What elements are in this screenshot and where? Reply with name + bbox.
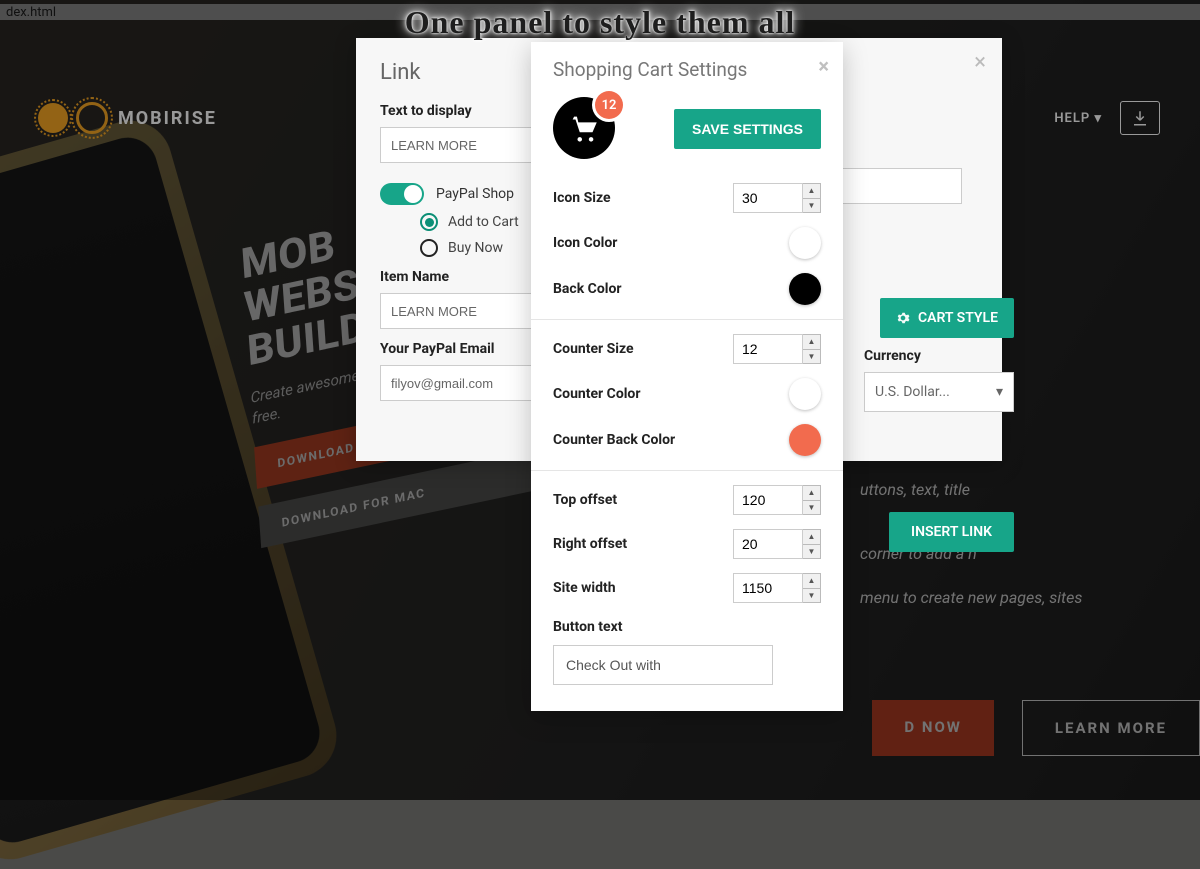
site-width-input[interactable] — [733, 573, 803, 603]
right-offset-stepper[interactable]: ▲▼ — [733, 529, 821, 559]
step-down-icon[interactable]: ▼ — [803, 545, 820, 559]
counter-back-swatch[interactable] — [789, 424, 821, 456]
icon-size-stepper[interactable]: ▲▼ — [733, 183, 821, 213]
cart-style-label: CART STYLE — [918, 310, 998, 326]
radio-empty-icon — [420, 239, 438, 257]
save-settings-button[interactable]: SAVE SETTINGS — [674, 109, 821, 149]
cart-badge: 12 — [595, 91, 623, 119]
currency-label: Currency — [864, 348, 1014, 364]
currency-value: U.S. Dollar... — [875, 384, 950, 400]
paypal-toggle-label: PayPal Shop — [436, 186, 514, 202]
row-icon-color: Icon Color — [553, 227, 821, 259]
row-counter-color: Counter Color — [553, 378, 821, 410]
site-width-label: Site width — [553, 580, 616, 596]
step-down-icon[interactable]: ▼ — [803, 589, 820, 603]
currency-block: Currency U.S. Dollar... ▾ — [864, 348, 1014, 412]
link-right-col — [827, 168, 982, 204]
text-to-display-input[interactable] — [380, 127, 535, 163]
paypal-toggle[interactable] — [380, 183, 424, 205]
insert-link-button[interactable]: INSERT LINK — [889, 512, 1014, 552]
radio-buy-label: Buy Now — [448, 240, 503, 256]
caret-down-icon: ▾ — [996, 384, 1003, 400]
divider — [531, 470, 843, 471]
button-text-input[interactable] — [553, 645, 773, 685]
row-counter-size: Counter Size ▲▼ — [553, 334, 821, 364]
step-down-icon[interactable]: ▼ — [803, 350, 820, 364]
paypal-email-input[interactable] — [380, 365, 535, 401]
step-up-icon[interactable]: ▲ — [803, 574, 820, 589]
step-down-icon[interactable]: ▼ — [803, 199, 820, 213]
back-color-label: Back Color — [553, 281, 621, 297]
radio-checked-icon — [420, 213, 438, 231]
cart-panel-title: Shopping Cart Settings — [553, 58, 821, 81]
counter-color-swatch[interactable] — [789, 378, 821, 410]
row-button-text: Button text — [553, 619, 821, 685]
step-up-icon[interactable]: ▲ — [803, 184, 820, 199]
site-width-stepper[interactable]: ▲▼ — [733, 573, 821, 603]
cart-settings-panel: × Shopping Cart Settings 12 SAVE SETTING… — [531, 42, 843, 711]
top-offset-label: Top offset — [553, 492, 617, 508]
step-up-icon[interactable]: ▲ — [803, 486, 820, 501]
divider — [531, 319, 843, 320]
cart-close-icon[interactable]: × — [818, 54, 829, 78]
cart-style-button[interactable]: CART STYLE — [880, 298, 1014, 338]
counter-color-label: Counter Color — [553, 386, 640, 402]
back-color-swatch[interactable] — [789, 273, 821, 305]
row-back-color: Back Color — [553, 273, 821, 305]
row-icon-size: Icon Size ▲▼ — [553, 183, 821, 213]
right-offset-label: Right offset — [553, 536, 627, 552]
gear-icon — [896, 311, 910, 325]
icon-color-swatch[interactable] — [789, 227, 821, 259]
row-counter-back: Counter Back Color — [553, 424, 821, 456]
link-close-icon[interactable]: × — [974, 50, 986, 75]
top-offset-input[interactable] — [733, 485, 803, 515]
counter-size-input[interactable] — [733, 334, 803, 364]
icon-color-label: Icon Color — [553, 235, 617, 251]
radio-add-label: Add to Cart — [448, 214, 519, 230]
right-offset-input[interactable] — [733, 529, 803, 559]
row-right-offset: Right offset ▲▼ — [553, 529, 821, 559]
step-down-icon[interactable]: ▼ — [803, 501, 820, 515]
step-up-icon[interactable]: ▲ — [803, 530, 820, 545]
counter-size-stepper[interactable]: ▲▼ — [733, 334, 821, 364]
icon-size-label: Icon Size — [553, 190, 611, 206]
counter-back-label: Counter Back Color — [553, 432, 675, 448]
link-right-input[interactable] — [827, 168, 962, 204]
counter-size-label: Counter Size — [553, 341, 634, 357]
currency-select[interactable]: U.S. Dollar... ▾ — [864, 372, 1014, 412]
top-offset-stepper[interactable]: ▲▼ — [733, 485, 821, 515]
row-site-width: Site width ▲▼ — [553, 573, 821, 603]
step-up-icon[interactable]: ▲ — [803, 335, 820, 350]
icon-size-input[interactable] — [733, 183, 803, 213]
cart-icon-preview: 12 — [553, 97, 617, 161]
button-text-label: Button text — [553, 619, 821, 635]
row-top-offset: Top offset ▲▼ — [553, 485, 821, 515]
overlay-title: One panel to style them all — [0, 4, 1200, 41]
item-name-input[interactable] — [380, 293, 535, 329]
